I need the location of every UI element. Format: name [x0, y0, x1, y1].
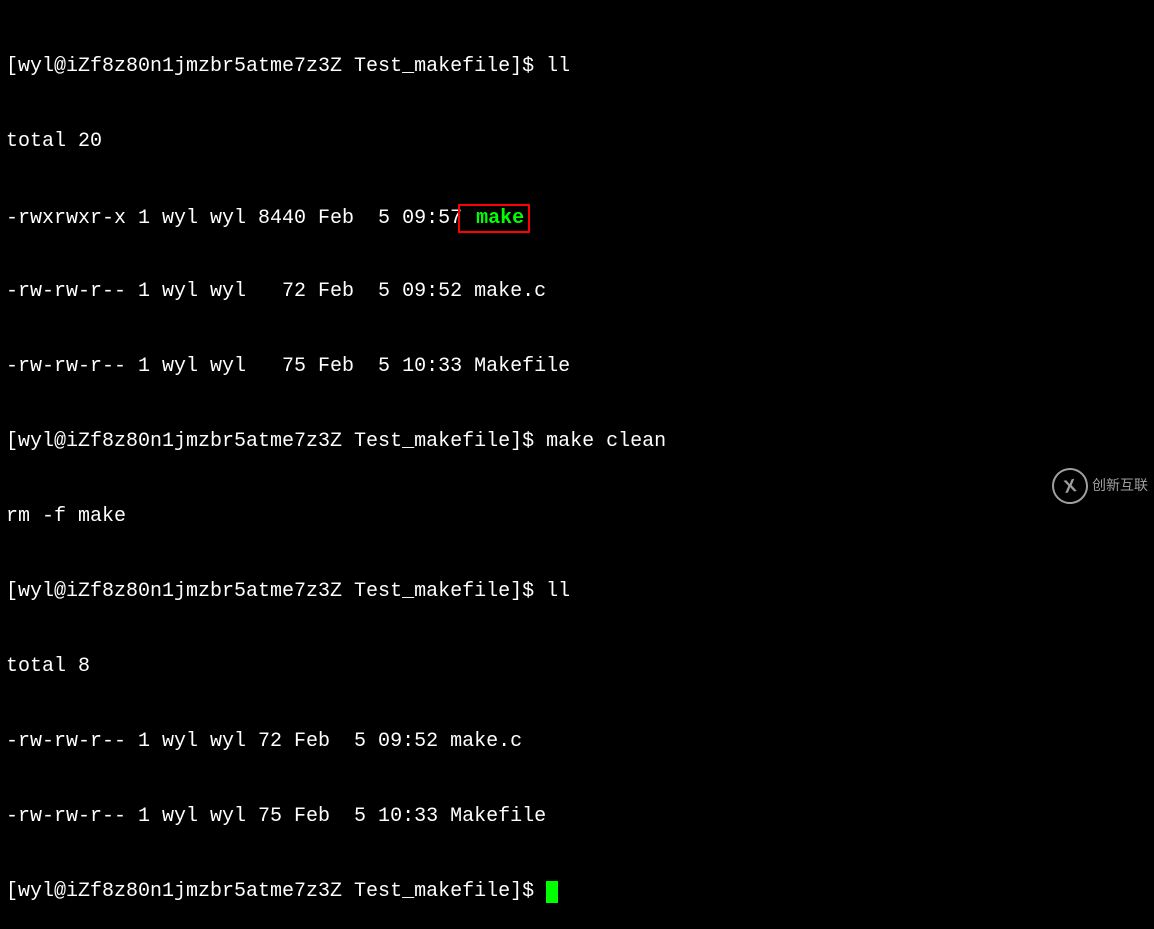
executable-file: make: [464, 207, 524, 230]
prompt-line: [wyl@iZf8z80n1jmzbr5atme7z3Z Test_makefi…: [6, 879, 1148, 904]
file-listing-line: -rw-rw-r-- 1 wyl wyl 75 Feb 5 10:33 Make…: [6, 804, 1148, 829]
output-line: total 20: [6, 129, 1148, 154]
output-line: total 8: [6, 654, 1148, 679]
watermark-badge-icon: X: [1049, 465, 1091, 507]
prompt: [wyl@iZf8z80n1jmzbr5atme7z3Z Test_makefi…: [6, 55, 534, 78]
command: ll: [534, 55, 570, 78]
prompt: [wyl@iZf8z80n1jmzbr5atme7z3Z Test_makefi…: [6, 430, 534, 453]
command: ll: [534, 580, 570, 603]
prompt: [wyl@iZf8z80n1jmzbr5atme7z3Z Test_makefi…: [6, 880, 534, 903]
file-perms: -rwxrwxr-x 1 wyl wyl 8440 Feb 5 09:57: [6, 207, 462, 230]
file-listing-line: -rwxrwxr-x 1 wyl wyl 8440 Feb 5 09:57 ma…: [6, 204, 1148, 229]
prompt-line: [wyl@iZf8z80n1jmzbr5atme7z3Z Test_makefi…: [6, 54, 1148, 79]
cursor-icon: [546, 881, 558, 903]
prompt-line: [wyl@iZf8z80n1jmzbr5atme7z3Z Test_makefi…: [6, 579, 1148, 604]
terminal-output[interactable]: [wyl@iZf8z80n1jmzbr5atme7z3Z Test_makefi…: [6, 4, 1148, 929]
watermark-label: 创新互联: [1092, 477, 1148, 495]
file-listing-line: -rw-rw-r-- 1 wyl wyl 72 Feb 5 09:52 make…: [6, 279, 1148, 304]
file-listing-line: -rw-rw-r-- 1 wyl wyl 72 Feb 5 09:52 make…: [6, 729, 1148, 754]
command-empty: [534, 880, 546, 903]
file-listing-line: -rw-rw-r-- 1 wyl wyl 75 Feb 5 10:33 Make…: [6, 354, 1148, 379]
prompt-line: [wyl@iZf8z80n1jmzbr5atme7z3Z Test_makefi…: [6, 429, 1148, 454]
command: make clean: [534, 430, 666, 453]
highlighted-file: make: [458, 204, 530, 233]
watermark: X 创新互联: [1052, 468, 1148, 504]
prompt: [wyl@iZf8z80n1jmzbr5atme7z3Z Test_makefi…: [6, 580, 534, 603]
output-line: rm -f make: [6, 504, 1148, 529]
